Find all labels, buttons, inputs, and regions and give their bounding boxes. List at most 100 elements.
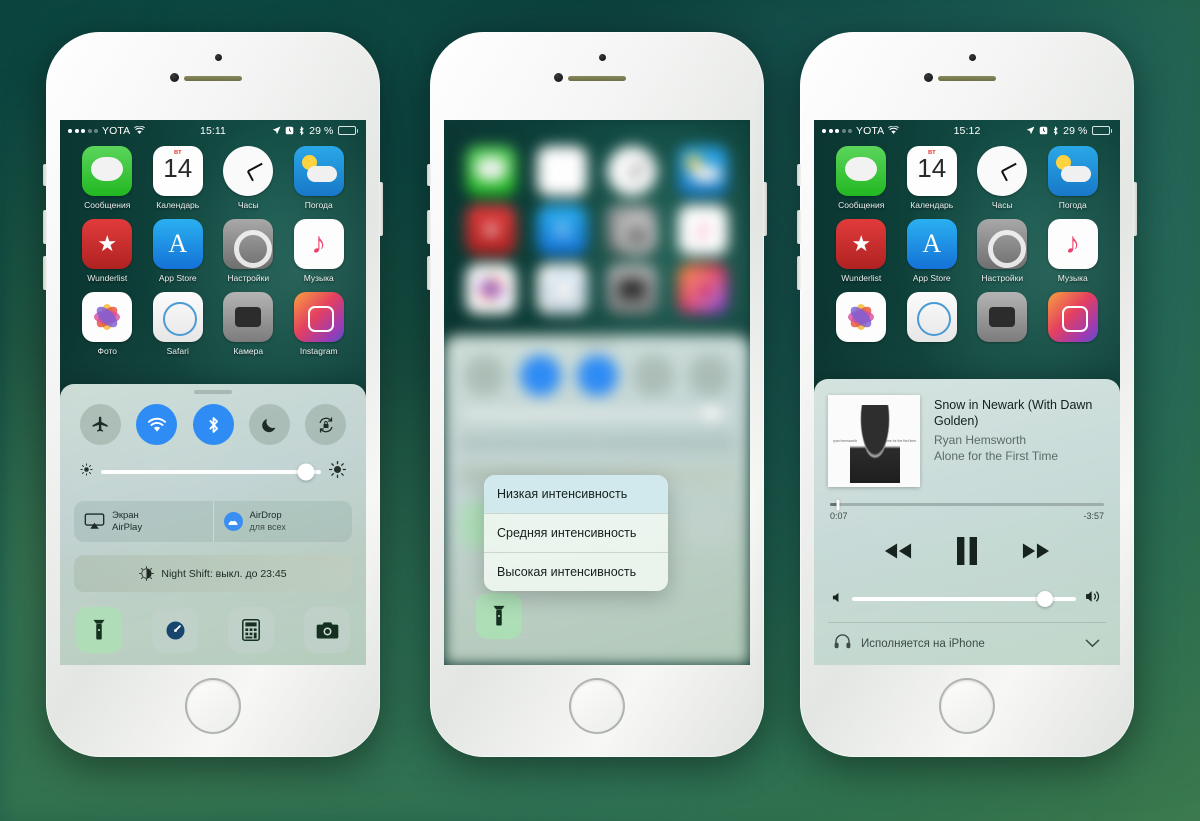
app-wunderlist[interactable]: Wunderlist: [826, 219, 897, 283]
settings-icon: [977, 219, 1028, 269]
volume-down-button[interactable]: [427, 256, 431, 290]
night-shift-label: Night Shift: выкл. до 23:45: [161, 567, 287, 580]
app-clock[interactable]: Часы: [213, 146, 284, 210]
app-settings[interactable]: Настройки: [967, 219, 1038, 283]
timer-shortcut[interactable]: [152, 607, 198, 653]
app-settings[interactable]: Настройки: [213, 219, 284, 283]
phone-flashlight-menu: Низкая интенсивность Средняя интенсивнос…: [427, 32, 767, 757]
app-calendar[interactable]: вт 14 Календарь: [143, 146, 214, 210]
phone-control-center: YOTA 15:11 29 % Сообщения вт 14 Календар…: [43, 32, 383, 757]
camera-icon: [977, 292, 1028, 342]
app-label: Настройки: [227, 273, 270, 283]
headphones-icon: [834, 634, 851, 654]
app-music[interactable]: Музыка: [1038, 219, 1109, 283]
silent-switch[interactable]: [427, 164, 431, 186]
app-camera[interactable]: [967, 292, 1038, 342]
flashlight-shortcut[interactable]: [76, 607, 122, 653]
app-music[interactable]: Музыка: [284, 219, 355, 283]
panel-grabber[interactable]: [194, 390, 232, 394]
airplane-mode-toggle[interactable]: [80, 404, 121, 445]
app-photos[interactable]: Фото: [72, 292, 143, 356]
airdrop-button[interactable]: AirDrop для всех: [212, 501, 353, 542]
earpiece-speaker: [938, 76, 996, 81]
app-photos[interactable]: [826, 292, 897, 342]
location-arrow-icon: [1026, 126, 1035, 135]
photos-icon: [82, 292, 133, 342]
flashlight-intensity-menu: Низкая интенсивность Средняя интенсивнос…: [484, 475, 668, 591]
flashlight-shortcut-focused[interactable]: [476, 593, 522, 639]
wifi-toggle[interactable]: [136, 404, 178, 445]
app-camera[interactable]: Камера: [213, 292, 284, 356]
brightness-row: [72, 445, 354, 487]
do-not-disturb-toggle[interactable]: [248, 404, 290, 445]
app-calendar[interactable]: вт 14 Календарь: [897, 146, 968, 210]
menu-item-medium-intensity[interactable]: Средняя интенсивность: [484, 513, 668, 552]
menu-item-high-intensity[interactable]: Высокая интенсивность: [484, 552, 668, 591]
airplay-button[interactable]: Экран AirPlay: [74, 501, 213, 542]
volume-row: [828, 574, 1106, 622]
bluetooth-toggle[interactable]: [192, 404, 234, 445]
status-bar: YOTA 15:11 29 %: [60, 120, 366, 141]
volume-slider[interactable]: [852, 591, 1076, 607]
brightness-slider[interactable]: [101, 463, 321, 481]
app-appstore[interactable]: App Store: [143, 219, 214, 283]
app-appstore[interactable]: App Store: [897, 219, 968, 283]
app-label: Календарь: [156, 200, 200, 210]
sun-small-icon: [80, 463, 93, 481]
audio-output-row[interactable]: Исполняется на iPhone: [828, 622, 1106, 665]
settings-icon: [223, 219, 274, 269]
app-weather[interactable]: Погода: [284, 146, 355, 210]
camera-shortcut[interactable]: [304, 607, 350, 653]
app-instagram[interactable]: [1038, 292, 1109, 342]
silent-switch[interactable]: [43, 164, 47, 186]
app-instagram[interactable]: Instagram: [284, 292, 355, 356]
app-label: Фото: [97, 346, 118, 356]
app-label: Погода: [304, 200, 333, 210]
app-safari[interactable]: [897, 292, 968, 342]
app-weather[interactable]: Погода: [1038, 146, 1109, 210]
volume-up-button[interactable]: [43, 210, 47, 244]
home-button[interactable]: [939, 678, 995, 734]
clock-icon: [607, 146, 658, 196]
calendar-icon: [536, 146, 587, 196]
audio-output-label: Исполняется на iPhone: [861, 638, 985, 650]
settings-icon: [607, 205, 658, 255]
chevron-down-icon[interactable]: [1085, 635, 1100, 653]
battery-percent: 29 %: [309, 124, 334, 137]
proximity-sensor: [214, 54, 222, 61]
volume-up-button[interactable]: [797, 210, 801, 244]
control-center-panel: Экран AirPlay AirDrop для всех Night Shi…: [60, 384, 366, 665]
power-button[interactable]: [763, 182, 767, 236]
home-button[interactable]: [185, 678, 241, 734]
next-button[interactable]: [1022, 542, 1050, 565]
track-album: Alone for the First Time: [934, 449, 1059, 463]
app-label: Часы: [237, 200, 259, 210]
app-messages[interactable]: Сообщения: [72, 146, 143, 210]
app-safari[interactable]: Safari: [143, 292, 214, 356]
calendar-icon: вт 14: [152, 146, 203, 196]
app-wunderlist[interactable]: Wunderlist: [72, 219, 143, 283]
playback-scrubber[interactable]: [830, 499, 1104, 510]
app-messages[interactable]: Сообщения: [826, 146, 897, 210]
instagram-icon: [293, 292, 344, 342]
transport-controls: [828, 521, 1106, 574]
volume-down-button[interactable]: [797, 256, 801, 290]
power-button[interactable]: [379, 182, 383, 236]
photos-icon: [466, 264, 517, 314]
home-button[interactable]: [569, 678, 625, 734]
phones-stage: YOTA 15:11 29 % Сообщения вт 14 Календар…: [0, 0, 1200, 821]
previous-button[interactable]: [884, 542, 912, 565]
calculator-shortcut[interactable]: [228, 607, 274, 653]
volume-down-button[interactable]: [43, 256, 47, 290]
earpiece-speaker: [184, 76, 242, 81]
pause-button[interactable]: [956, 537, 978, 570]
night-shift-button[interactable]: Night Shift: выкл. до 23:45: [74, 555, 352, 592]
clock-icon: [977, 146, 1028, 196]
menu-item-low-intensity[interactable]: Низкая интенсивность: [484, 475, 668, 513]
app-grid: Сообщения вт14 Календарь Часы Погода Wund…: [60, 146, 366, 356]
silent-switch[interactable]: [797, 164, 801, 186]
app-clock[interactable]: Часы: [967, 146, 1038, 210]
volume-up-button[interactable]: [427, 210, 431, 244]
rotation-lock-toggle[interactable]: [305, 404, 346, 445]
power-button[interactable]: [1133, 182, 1137, 236]
